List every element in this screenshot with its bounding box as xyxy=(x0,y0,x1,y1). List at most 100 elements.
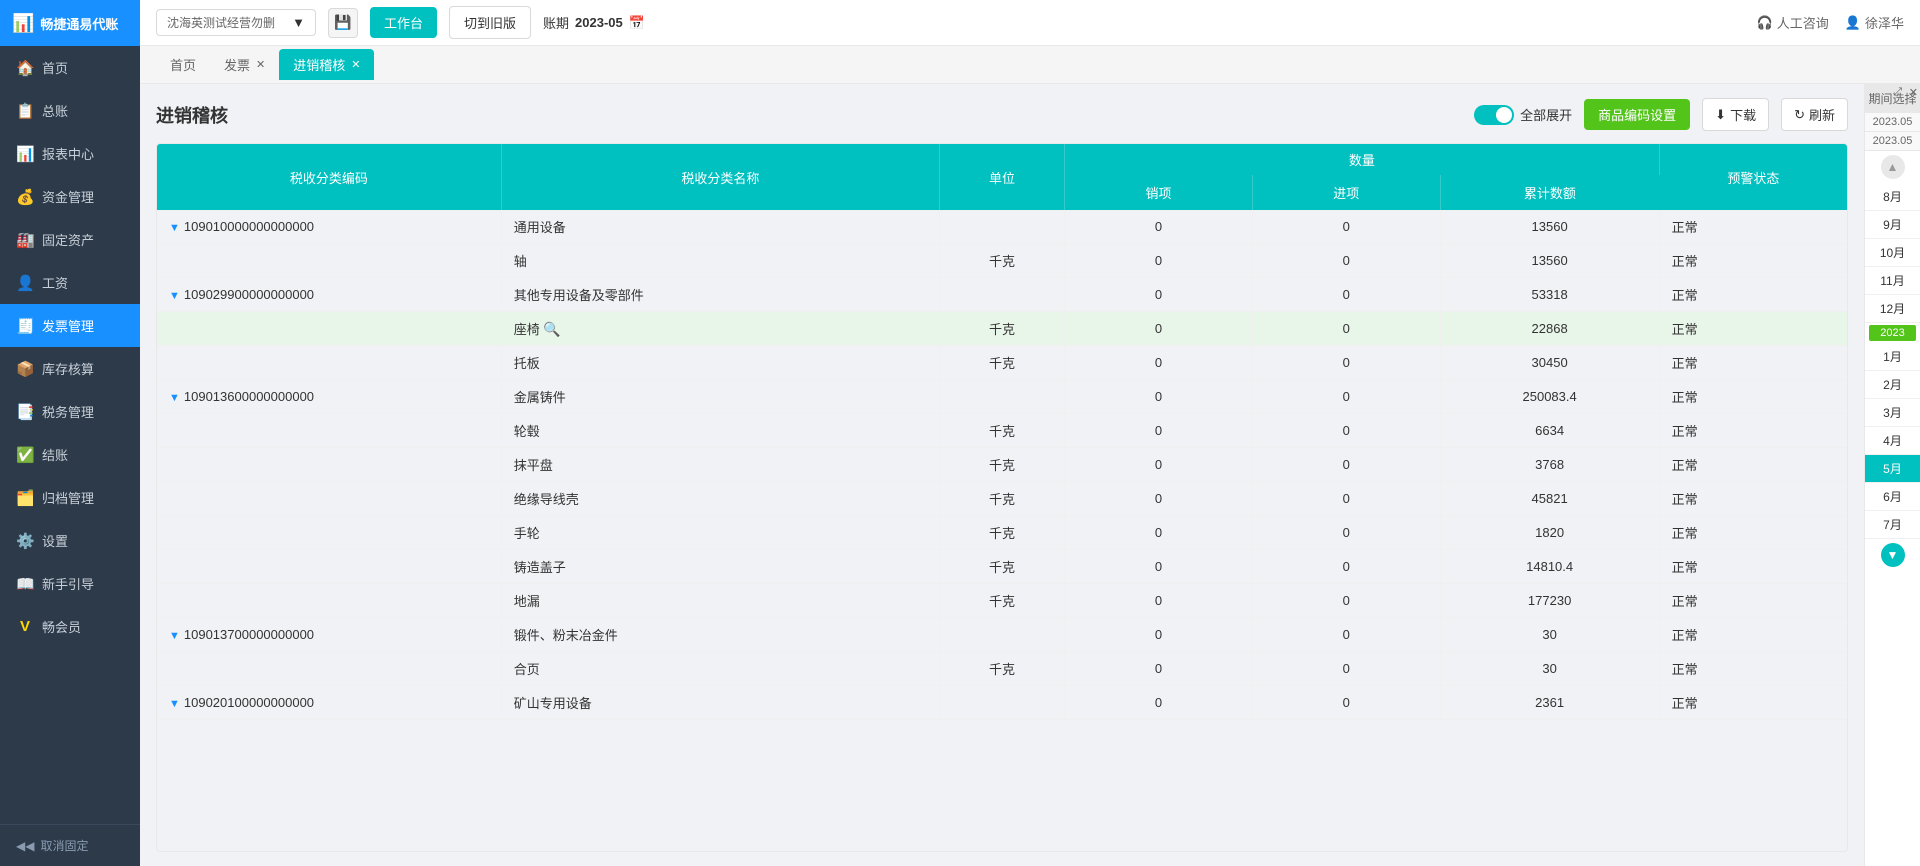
cell-unit: 千克 xyxy=(939,652,1064,686)
th-warning: 预警状态 xyxy=(1659,144,1847,210)
tab-invoice-close[interactable]: ✕ xyxy=(256,58,265,71)
sidebar-item-label: 总账 xyxy=(42,101,68,120)
cell-code: ▼109013700000000000 xyxy=(157,618,501,652)
product-code-button[interactable]: 商品编码设置 xyxy=(1584,99,1690,130)
tab-home[interactable]: 首页 xyxy=(156,49,210,80)
save-button[interactable]: 💾 xyxy=(328,8,358,38)
expand-toggle-label: 全部展开 xyxy=(1520,105,1572,124)
cell-sale: 0 xyxy=(1065,414,1253,448)
collapse-icon[interactable]: ▼ xyxy=(169,630,180,642)
reports-icon: 📊 xyxy=(16,145,34,163)
cell-warning: 正常 xyxy=(1659,414,1847,448)
collapse-icon[interactable]: ▼ xyxy=(169,222,180,234)
cell-purchase: 0 xyxy=(1252,516,1440,550)
sidebar-item-label: 首页 xyxy=(42,58,68,77)
cell-purchase: 0 xyxy=(1252,414,1440,448)
cell-name: 铸造盖子 xyxy=(501,550,939,584)
prev-period-button[interactable]: ▲ xyxy=(1881,155,1905,179)
tab-reconciliation[interactable]: 进销稽核 ✕ xyxy=(279,49,374,80)
cell-purchase: 0 xyxy=(1252,686,1440,720)
search-icon[interactable]: 🔍 xyxy=(543,321,560,337)
page-actions: 全部展开 商品编码设置 ⬇ 下载 ↻ 刷新 xyxy=(1474,98,1848,131)
sidebar-item-label: 归档管理 xyxy=(42,488,94,507)
sidebar-item-tax[interactable]: 📑 税务管理 xyxy=(0,390,140,433)
refresh-button[interactable]: ↻ 刷新 xyxy=(1781,98,1848,131)
period-4[interactable]: 4月 xyxy=(1865,427,1920,455)
sidebar-item-reports[interactable]: 📊 报表中心 xyxy=(0,132,140,175)
cell-code: ▼109010000000000000 xyxy=(157,210,501,244)
cell-unit: 千克 xyxy=(939,448,1064,482)
sidebar-item-checkout[interactable]: ✅ 结账 xyxy=(0,433,140,476)
cell-total: 3768 xyxy=(1440,448,1659,482)
period-1[interactable]: 1月 xyxy=(1865,343,1920,371)
table-row: 手轮千克001820正常 xyxy=(157,516,1847,550)
cell-code: ▼109029900000000000 xyxy=(157,278,501,312)
next-period-button[interactable]: ▼ xyxy=(1881,543,1905,567)
sidebar-item-settings[interactable]: ⚙️ 设置 xyxy=(0,519,140,562)
tab-reconciliation-close[interactable]: ✕ xyxy=(351,58,360,71)
expand-toggle[interactable] xyxy=(1474,105,1514,125)
sidebar-item-label: 税务管理 xyxy=(42,402,94,421)
period-9[interactable]: 9月 xyxy=(1865,211,1920,239)
cell-purchase: 0 xyxy=(1252,652,1440,686)
topbar: 沈海英测试经营勿删 ▼ 💾 工作台 切到旧版 账期 2023-05 📅 🎧 人工… xyxy=(140,0,1920,46)
sidebar-item-vip[interactable]: V 畅会员 xyxy=(0,605,140,648)
support-button[interactable]: 🎧 人工咨询 xyxy=(1757,13,1829,32)
period-7[interactable]: 7月 xyxy=(1865,511,1920,539)
tab-invoice[interactable]: 发票 ✕ xyxy=(210,49,279,80)
cell-unit: 千克 xyxy=(939,482,1064,516)
cell-warning: 正常 xyxy=(1659,618,1847,652)
refresh-label: 刷新 xyxy=(1809,105,1835,124)
cell-unit: 千克 xyxy=(939,414,1064,448)
sidebar-item-inventory[interactable]: 📦 库存核算 xyxy=(0,347,140,390)
sidebar-item-label: 库存核算 xyxy=(42,359,94,378)
sidebar-item-invoice[interactable]: 🧾 发票管理 xyxy=(0,304,140,347)
sidebar-unpin-button[interactable]: ◀◀ 取消固定 xyxy=(0,824,140,866)
sidebar-item-ledger[interactable]: 📋 总账 xyxy=(0,89,140,132)
period-2[interactable]: 2月 xyxy=(1865,371,1920,399)
switch-version-button[interactable]: 切到旧版 xyxy=(449,6,531,39)
period-6[interactable]: 6月 xyxy=(1865,483,1920,511)
period-5[interactable]: 5月 xyxy=(1865,455,1920,483)
expand-panel-icon[interactable]: ⤢ xyxy=(1893,86,1902,99)
period-label: 账期 xyxy=(543,13,569,32)
cell-unit: 千克 xyxy=(939,550,1064,584)
sidebar-item-payroll[interactable]: 👤 工资 xyxy=(0,261,140,304)
sidebar-item-guide[interactable]: 📖 新手引导 xyxy=(0,562,140,605)
cell-code xyxy=(157,482,501,516)
period-11[interactable]: 11月 xyxy=(1865,267,1920,295)
table-row: 轴千克0013560正常 xyxy=(157,244,1847,278)
main-area: 沈海英测试经营勿删 ▼ 💾 工作台 切到旧版 账期 2023-05 📅 🎧 人工… xyxy=(140,0,1920,866)
collapse-icon[interactable]: ▼ xyxy=(169,290,180,302)
download-button[interactable]: ⬇ 下载 xyxy=(1702,98,1769,131)
cell-total: 30450 xyxy=(1440,346,1659,380)
funds-icon: 💰 xyxy=(16,188,34,206)
close-panel-icon[interactable]: ✕ xyxy=(1909,86,1918,99)
period-12[interactable]: 12月 xyxy=(1865,295,1920,323)
period-10[interactable]: 10月 xyxy=(1865,239,1920,267)
user-button[interactable]: 👤 徐泽华 xyxy=(1845,13,1904,32)
period-3[interactable]: 3月 xyxy=(1865,399,1920,427)
sidebar-nav: 🏠 首页 📋 总账 📊 报表中心 💰 资金管理 🏭 固定资产 👤 工资 🧾 发票… xyxy=(0,46,140,824)
page-content: 进销稽核 全部展开 商品编码设置 ⬇ 下载 ↻ 刷新 xyxy=(140,84,1920,866)
sidebar-item-assets[interactable]: 🏭 固定资产 xyxy=(0,218,140,261)
sidebar-item-funds[interactable]: 💰 资金管理 xyxy=(0,175,140,218)
data-table: 税收分类编码 税收分类名称 单位 数量 预警状态 销项 进项 累计数额 xyxy=(157,144,1847,720)
cell-code xyxy=(157,584,501,618)
calendar-icon[interactable]: 📅 xyxy=(629,15,645,31)
cell-sale: 0 xyxy=(1065,618,1253,652)
collapse-icon[interactable]: ▼ xyxy=(169,392,180,404)
table-row: ▼109013600000000000金属铸件00250083.4正常 xyxy=(157,380,1847,414)
table-row: ▼109020100000000000矿山专用设备002361正常 xyxy=(157,686,1847,720)
cell-code xyxy=(157,516,501,550)
period-8[interactable]: 8月 xyxy=(1865,183,1920,211)
sidebar-item-archive[interactable]: 🗂️ 归档管理 xyxy=(0,476,140,519)
cell-total: 13560 xyxy=(1440,210,1659,244)
sidebar-item-home[interactable]: 🏠 首页 xyxy=(0,46,140,89)
period-panel-header[interactable]: 期间选择 ✕ ⤢ xyxy=(1865,84,1920,113)
cell-purchase: 0 xyxy=(1252,244,1440,278)
cell-name: 地漏 xyxy=(501,584,939,618)
workbench-button[interactable]: 工作台 xyxy=(370,7,437,38)
company-selector[interactable]: 沈海英测试经营勿删 ▼ xyxy=(156,9,316,36)
collapse-icon[interactable]: ▼ xyxy=(169,698,180,710)
